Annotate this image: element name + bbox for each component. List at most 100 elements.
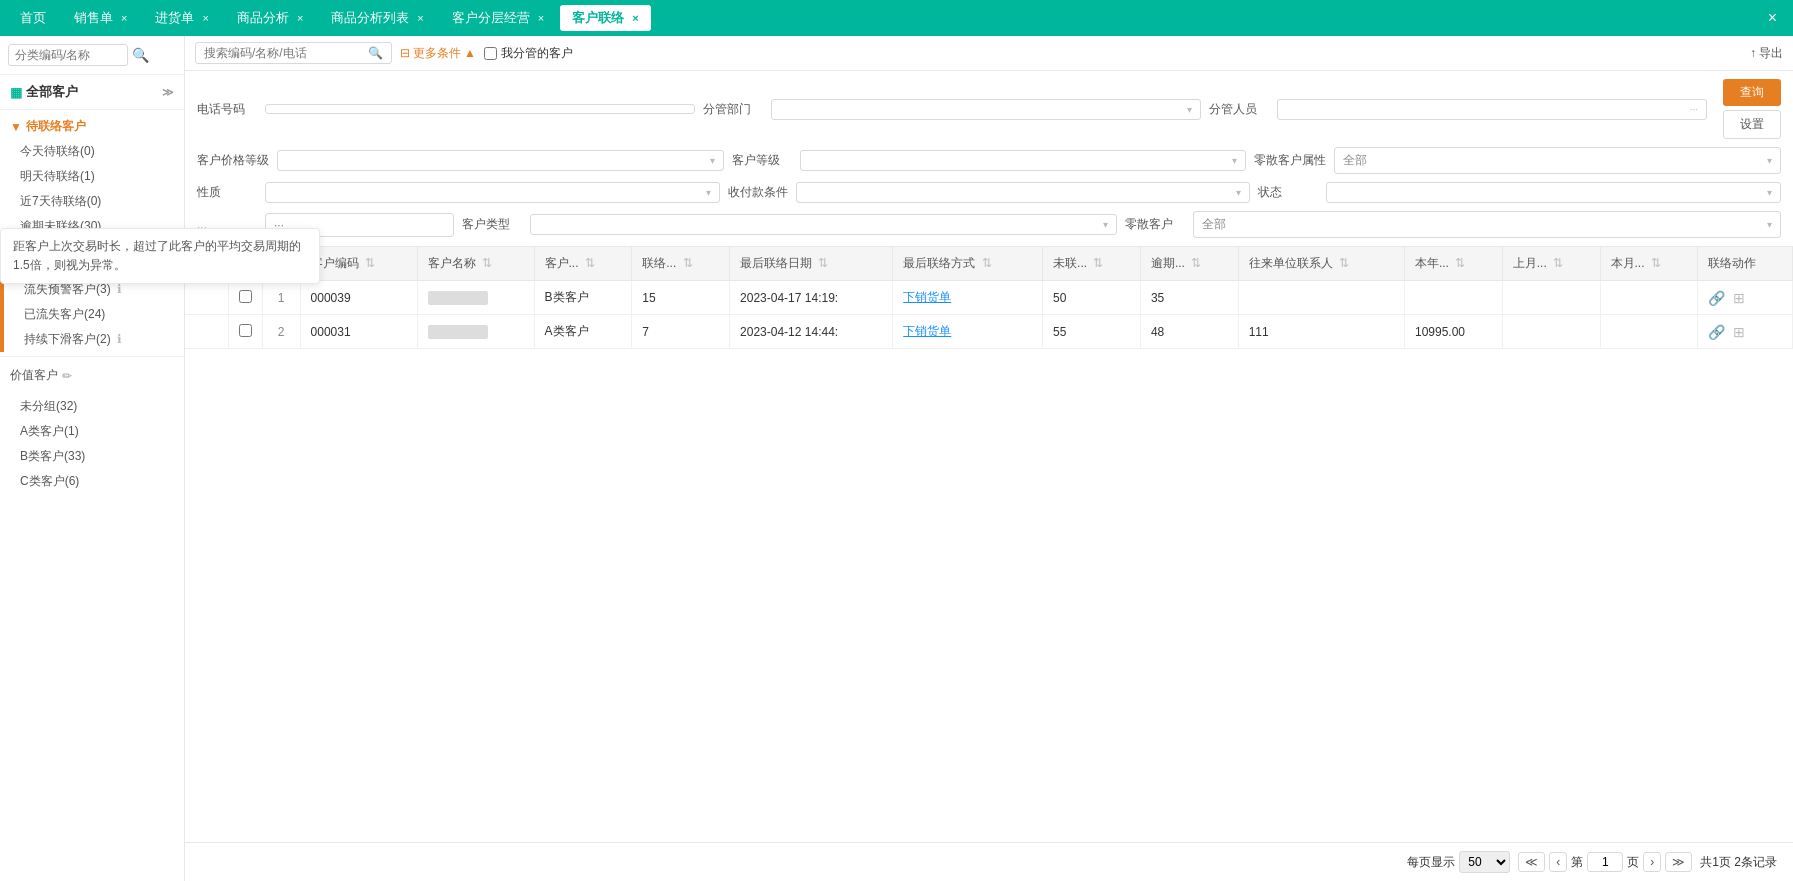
close-sales-icon[interactable]: ×: [121, 12, 127, 24]
my-customers-checkbox-area[interactable]: 我分管的客户: [484, 45, 573, 62]
row1-settings: [185, 281, 228, 315]
my-customers-checkbox[interactable]: [484, 47, 497, 60]
first-page-button[interactable]: ≪: [1518, 852, 1545, 872]
close-customer-contact-icon[interactable]: ×: [632, 12, 638, 24]
type-col-header[interactable]: 客户... ⇅: [534, 247, 632, 281]
sidebar-search-input[interactable]: [8, 44, 128, 66]
lastmethod-col-header[interactable]: 最后联络方式 ⇅: [893, 247, 1043, 281]
row1-name-blur: [428, 291, 488, 305]
sidebar-item-tomorrow[interactable]: 明天待联络(1): [0, 164, 184, 189]
row1-checkbox[interactable]: [228, 281, 262, 315]
phone-label: 电话号码: [197, 101, 257, 118]
nav-goods-analysis[interactable]: 商品分析 ×: [225, 5, 315, 31]
row1-grid-icon[interactable]: ⊞: [1733, 290, 1745, 306]
main-search-icon[interactable]: 🔍: [368, 46, 383, 60]
row1-lastmethod[interactable]: 下销货单: [893, 281, 1043, 315]
thismonth-col-header[interactable]: 本月... ⇅: [1600, 247, 1698, 281]
sidebar-item-c-class[interactable]: C类客户(6): [0, 469, 184, 494]
close-purchase-icon[interactable]: ×: [202, 12, 208, 24]
row2-thisyear: 10995.00: [1404, 315, 1502, 349]
row2-name[interactable]: [417, 315, 534, 349]
nav-goods-list[interactable]: 商品分析列表 ×: [319, 5, 435, 31]
close-goods-analysis-icon[interactable]: ×: [297, 12, 303, 24]
row2-check[interactable]: [239, 324, 252, 337]
lastdate-col-header[interactable]: 最后联络日期 ⇅: [730, 247, 893, 281]
tooltip-text: 距客户上次交易时长，超过了此客户的平均交易周期的1.5倍，则视为异常。: [13, 239, 301, 272]
settings-button[interactable]: 设置: [1723, 110, 1781, 139]
customer-type-label: 客户类型: [462, 216, 522, 233]
sidebar-item-a-class[interactable]: A类客户(1): [0, 419, 184, 444]
close-all-tabs-button[interactable]: ×: [1760, 9, 1785, 27]
export-button[interactable]: ↑ 导出: [1750, 45, 1783, 62]
dept-field[interactable]: ▾: [771, 99, 1201, 120]
customer-type-field[interactable]: ▾: [530, 214, 1118, 235]
person-field[interactable]: ···: [1277, 99, 1707, 120]
scatter-customer-label: 零散客户: [1125, 216, 1185, 233]
customer-grade-field[interactable]: ▾: [800, 150, 1247, 171]
contacts-col-header[interactable]: 往来单位联系人 ⇅: [1238, 247, 1404, 281]
value-section-header[interactable]: 价值客户 ✏: [0, 361, 184, 390]
page-size-selector: 每页显示 50 20 100: [1407, 851, 1510, 873]
sidebar-item-b-class[interactable]: B类客户(33): [0, 444, 184, 469]
edit-icon[interactable]: ✏: [62, 369, 72, 383]
scatter-attr-field[interactable]: 全部 ▾: [1334, 147, 1781, 174]
row1-code[interactable]: 000039: [300, 281, 417, 315]
last-page-button[interactable]: ≫: [1665, 852, 1692, 872]
uncontacted-col-header[interactable]: 未联... ⇅: [1043, 247, 1141, 281]
row2-overdue: 48: [1140, 315, 1238, 349]
data-table-area: ⚙ 客户编码 ⇅ 客户名称 ⇅: [185, 247, 1793, 842]
row1-contacts: [1238, 281, 1404, 315]
thisyear-col-header[interactable]: 本年... ⇅: [1404, 247, 1502, 281]
nav-customer-contact[interactable]: 客户联络 ×: [560, 5, 650, 31]
sidebar-item-declining[interactable]: 持续下滑客户(2) ℹ: [4, 327, 184, 352]
prev-page-button[interactable]: ‹: [1549, 852, 1567, 872]
nav-customer-tier[interactable]: 客户分层经营 ×: [440, 5, 556, 31]
row2-link-icon[interactable]: 🔗: [1708, 324, 1725, 340]
table-row: 2 000031 A类客户 7 2023-04-12 14:44: 下销货单 5…: [185, 315, 1793, 349]
code-sort-icon: ⇅: [365, 256, 375, 270]
row1-check[interactable]: [239, 290, 252, 303]
nature-field[interactable]: ▾: [265, 182, 720, 203]
overdue-sort-icon: ⇅: [1191, 256, 1201, 270]
row2-grid-icon[interactable]: ⊞: [1733, 324, 1745, 340]
sidebar-item-today[interactable]: 今天待联络(0): [0, 139, 184, 164]
close-goods-list-icon[interactable]: ×: [417, 12, 423, 24]
all-customers-header[interactable]: ▦ 全部客户 ≫: [0, 75, 184, 110]
row2-checkbox[interactable]: [228, 315, 262, 349]
row2-contacts: 111: [1238, 315, 1404, 349]
row2-lastmethod[interactable]: 下销货单: [893, 315, 1043, 349]
row1-index: 1: [262, 281, 300, 315]
page-number-input[interactable]: [1587, 852, 1623, 872]
nav-purchase[interactable]: 进货单 ×: [143, 5, 220, 31]
top-navigation: 首页 销售单 × 进货单 × 商品分析 × 商品分析列表 × 客户分层经营 × …: [0, 0, 1793, 36]
row1-lastdate: 2023-04-17 14:19:: [730, 281, 893, 315]
row1-name[interactable]: [417, 281, 534, 315]
sidebar-item-7days[interactable]: 近7天待联络(0): [0, 189, 184, 214]
scatter-customer-field[interactable]: 全部 ▾: [1193, 211, 1781, 238]
next-page-button[interactable]: ›: [1643, 852, 1661, 872]
status-field[interactable]: ▾: [1326, 182, 1781, 203]
per-page-select[interactable]: 50 20 100: [1459, 851, 1510, 873]
more-conditions-button[interactable]: ⊟ 更多条件 ▲: [400, 45, 476, 62]
lastmonth-col-header[interactable]: 上月... ⇅: [1502, 247, 1600, 281]
close-customer-tier-icon[interactable]: ×: [538, 12, 544, 24]
contact-col-header[interactable]: 联络... ⇅: [632, 247, 730, 281]
query-button[interactable]: 查询: [1723, 79, 1781, 106]
sidebar-search-icon[interactable]: 🔍: [132, 47, 149, 63]
nav-home[interactable]: 首页: [8, 5, 58, 31]
pending-group-title[interactable]: ▼ 待联络客户: [0, 114, 184, 139]
payment-field[interactable]: ▾: [796, 182, 1251, 203]
row2-lastdate: 2023-04-12 14:44:: [730, 315, 893, 349]
name-col-header[interactable]: 客户名称 ⇅: [417, 247, 534, 281]
overdue-col-header[interactable]: 逾期... ⇅: [1140, 247, 1238, 281]
sidebar-item-ungroup[interactable]: 未分组(32): [0, 394, 184, 419]
row1-link-icon[interactable]: 🔗: [1708, 290, 1725, 306]
dept-chevron-icon: ▾: [1187, 104, 1192, 115]
row2-lastmonth: [1502, 315, 1600, 349]
main-search-input[interactable]: [204, 46, 364, 60]
price-grade-field[interactable]: ▾: [277, 150, 724, 171]
sidebar-item-lost[interactable]: 已流失客户(24): [4, 302, 184, 327]
nav-sales[interactable]: 销售单 ×: [62, 5, 139, 31]
row2-code[interactable]: 000031: [300, 315, 417, 349]
phone-input-field[interactable]: [265, 104, 695, 114]
